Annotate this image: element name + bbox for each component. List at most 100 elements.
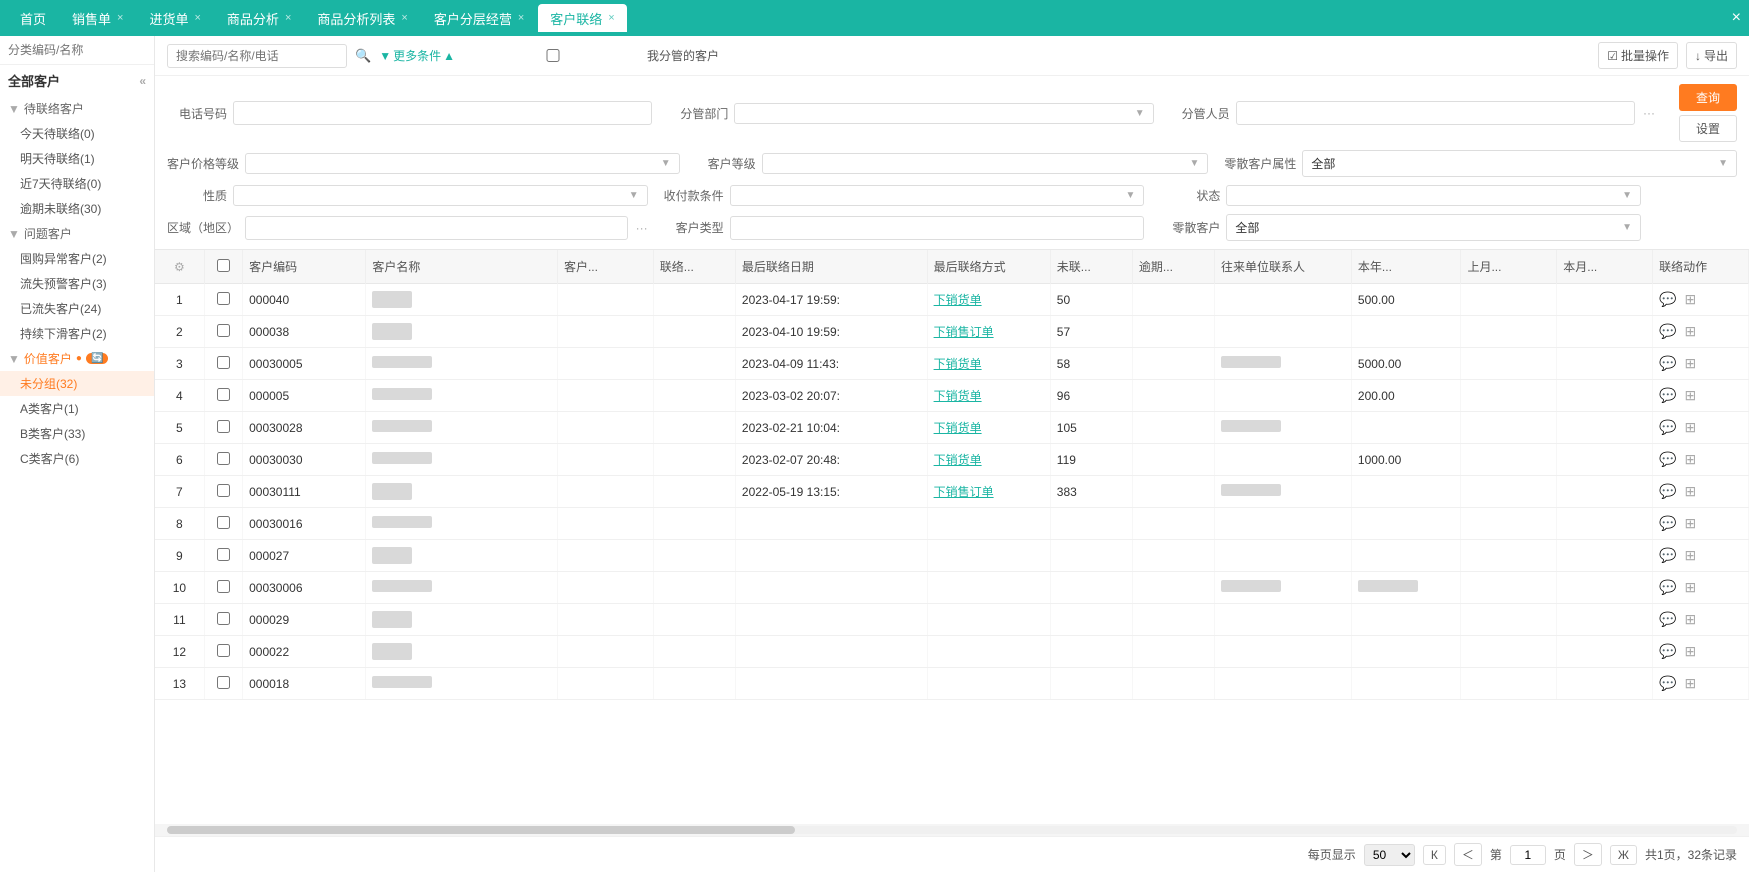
- row-checkbox[interactable]: [217, 292, 230, 305]
- filter-region-input[interactable]: [245, 216, 628, 240]
- message-icon[interactable]: 💬: [1659, 451, 1676, 468]
- export-btn[interactable]: ↓ 导出: [1686, 42, 1737, 69]
- my-customer-checkbox[interactable]: [463, 49, 643, 62]
- sidebar-item-ungroup[interactable]: 未分组(32): [0, 371, 154, 396]
- prev-page-btn[interactable]: ＜: [1454, 843, 1482, 866]
- row-checkbox[interactable]: [217, 548, 230, 561]
- all-customers-header[interactable]: 全部客户 «: [0, 65, 154, 96]
- filter-nature-select[interactable]: ▼: [233, 185, 648, 206]
- last-way-link[interactable]: 下销货单: [934, 453, 982, 467]
- tab-sales[interactable]: 销售单 ×: [60, 4, 135, 32]
- filter-retail-attr-select[interactable]: 全部 ▼: [1302, 150, 1737, 177]
- page-number-input[interactable]: [1510, 845, 1546, 865]
- row-checkbox[interactable]: [217, 644, 230, 657]
- tab-customer-contact[interactable]: 客户联络 ×: [538, 4, 626, 32]
- sidebar-item-today[interactable]: 今天待联络(0): [0, 121, 154, 146]
- grid-icon[interactable]: ⊞: [1685, 419, 1697, 436]
- filter-cust-level-select[interactable]: ▼: [762, 153, 1209, 174]
- row-checkbox[interactable]: [217, 612, 230, 625]
- select-all-checkbox[interactable]: [217, 259, 230, 272]
- message-icon[interactable]: 💬: [1659, 579, 1676, 596]
- row-checkbox[interactable]: [217, 388, 230, 401]
- scrollbar-thumb[interactable]: [167, 826, 795, 834]
- grid-icon[interactable]: ⊞: [1685, 291, 1697, 308]
- row-checkbox[interactable]: [217, 484, 230, 497]
- row-checkbox[interactable]: [217, 676, 230, 689]
- message-icon[interactable]: 💬: [1659, 323, 1676, 340]
- sidebar-item-abnormal[interactable]: 囤购异常客户(2): [0, 246, 154, 271]
- close-customer-contact-tab[interactable]: ×: [608, 12, 614, 24]
- search-input[interactable]: [167, 44, 347, 68]
- first-page-btn[interactable]: К: [1423, 845, 1446, 865]
- message-icon[interactable]: 💬: [1659, 419, 1676, 436]
- sidebar-item-churned[interactable]: 已流失客户(24): [0, 296, 154, 321]
- close-product-analysis-tab[interactable]: ×: [285, 12, 291, 24]
- filter-status-select[interactable]: ▼: [1226, 185, 1641, 206]
- sidebar-item-overdue[interactable]: 逾期未联络(30): [0, 196, 154, 221]
- row-checkbox[interactable]: [217, 452, 230, 465]
- more-filter-btn[interactable]: ▼ 更多条件 ▲: [379, 47, 455, 64]
- tab-product-analysis[interactable]: 商品分析 ×: [215, 4, 303, 32]
- grid-icon[interactable]: ⊞: [1685, 355, 1697, 372]
- filter-dept-select[interactable]: ▼: [734, 103, 1153, 124]
- reset-btn[interactable]: 设置: [1679, 115, 1737, 142]
- grid-icon[interactable]: ⊞: [1685, 451, 1697, 468]
- message-icon[interactable]: 💬: [1659, 547, 1676, 564]
- grid-icon[interactable]: ⊞: [1685, 675, 1697, 692]
- row-checkbox[interactable]: [217, 580, 230, 593]
- last-way-link[interactable]: 下销货单: [934, 357, 982, 371]
- filter-retail-cust-select[interactable]: 全部 ▼: [1226, 214, 1641, 241]
- message-icon[interactable]: 💬: [1659, 643, 1676, 660]
- sidebar-item-declining[interactable]: 持续下滑客户(2): [0, 321, 154, 346]
- message-icon[interactable]: 💬: [1659, 387, 1676, 404]
- last-page-btn[interactable]: Ж: [1610, 845, 1637, 865]
- sidebar-item-a-class[interactable]: A类客户(1): [0, 396, 154, 421]
- filter-manager-dots[interactable]: ···: [1643, 106, 1655, 120]
- sidebar-group-pending[interactable]: ▼ 待联络客户: [0, 96, 154, 121]
- per-page-select[interactable]: 50 100 200: [1364, 844, 1415, 866]
- sidebar-group-problem[interactable]: ▼ 问题客户: [0, 221, 154, 246]
- close-customer-layer-tab[interactable]: ×: [518, 12, 524, 24]
- last-way-link[interactable]: 下销货单: [934, 389, 982, 403]
- grid-icon[interactable]: ⊞: [1685, 547, 1697, 564]
- sidebar-item-b-class[interactable]: B类客户(33): [0, 421, 154, 446]
- sidebar-item-7days[interactable]: 近7天待联络(0): [0, 171, 154, 196]
- close-sales-tab[interactable]: ×: [117, 12, 123, 24]
- my-customer-check[interactable]: 我分管的客户: [463, 47, 719, 64]
- message-icon[interactable]: 💬: [1659, 515, 1676, 532]
- message-icon[interactable]: 💬: [1659, 611, 1676, 628]
- query-btn[interactable]: 查询: [1679, 84, 1737, 111]
- filter-price-level-select[interactable]: ▼: [245, 153, 680, 174]
- tab-home[interactable]: 首页: [8, 4, 58, 32]
- message-icon[interactable]: 💬: [1659, 483, 1676, 500]
- last-way-link[interactable]: 下销货单: [934, 421, 982, 435]
- tab-customer-layer[interactable]: 客户分层经营 ×: [422, 4, 536, 32]
- last-way-link[interactable]: 下销售订单: [934, 325, 994, 339]
- horizontal-scrollbar[interactable]: [167, 826, 1737, 834]
- filter-phone-input[interactable]: [233, 101, 652, 125]
- nav-close-btn[interactable]: ×: [1732, 9, 1741, 27]
- close-purchase-tab[interactable]: ×: [194, 12, 200, 24]
- close-product-analysis-list-tab[interactable]: ×: [401, 12, 407, 24]
- row-checkbox[interactable]: [217, 324, 230, 337]
- batch-op-btn[interactable]: ☑ 批量操作: [1598, 42, 1678, 69]
- row-checkbox[interactable]: [217, 420, 230, 433]
- message-icon[interactable]: 💬: [1659, 355, 1676, 372]
- grid-icon[interactable]: ⊞: [1685, 515, 1697, 532]
- grid-icon[interactable]: ⊞: [1685, 643, 1697, 660]
- table-settings-icon[interactable]: ⚙: [174, 260, 185, 274]
- message-icon[interactable]: 💬: [1659, 291, 1676, 308]
- sidebar-group-value[interactable]: ▼ 价值客户 ● 🔄: [0, 346, 154, 371]
- grid-icon[interactable]: ⊞: [1685, 323, 1697, 340]
- tab-purchase[interactable]: 进货单 ×: [137, 4, 212, 32]
- grid-icon[interactable]: ⊞: [1685, 611, 1697, 628]
- message-icon[interactable]: 💬: [1659, 675, 1676, 692]
- grid-icon[interactable]: ⊞: [1685, 483, 1697, 500]
- sidebar-item-churn-warning[interactable]: 流失预警客户(3): [0, 271, 154, 296]
- sidebar-item-c-class[interactable]: C类客户(6): [0, 446, 154, 471]
- filter-cust-type-input[interactable]: [730, 216, 1145, 240]
- filter-payment-select[interactable]: ▼: [730, 185, 1145, 206]
- sidebar-item-tomorrow[interactable]: 明天待联络(1): [0, 146, 154, 171]
- row-checkbox[interactable]: [217, 516, 230, 529]
- grid-icon[interactable]: ⊞: [1685, 387, 1697, 404]
